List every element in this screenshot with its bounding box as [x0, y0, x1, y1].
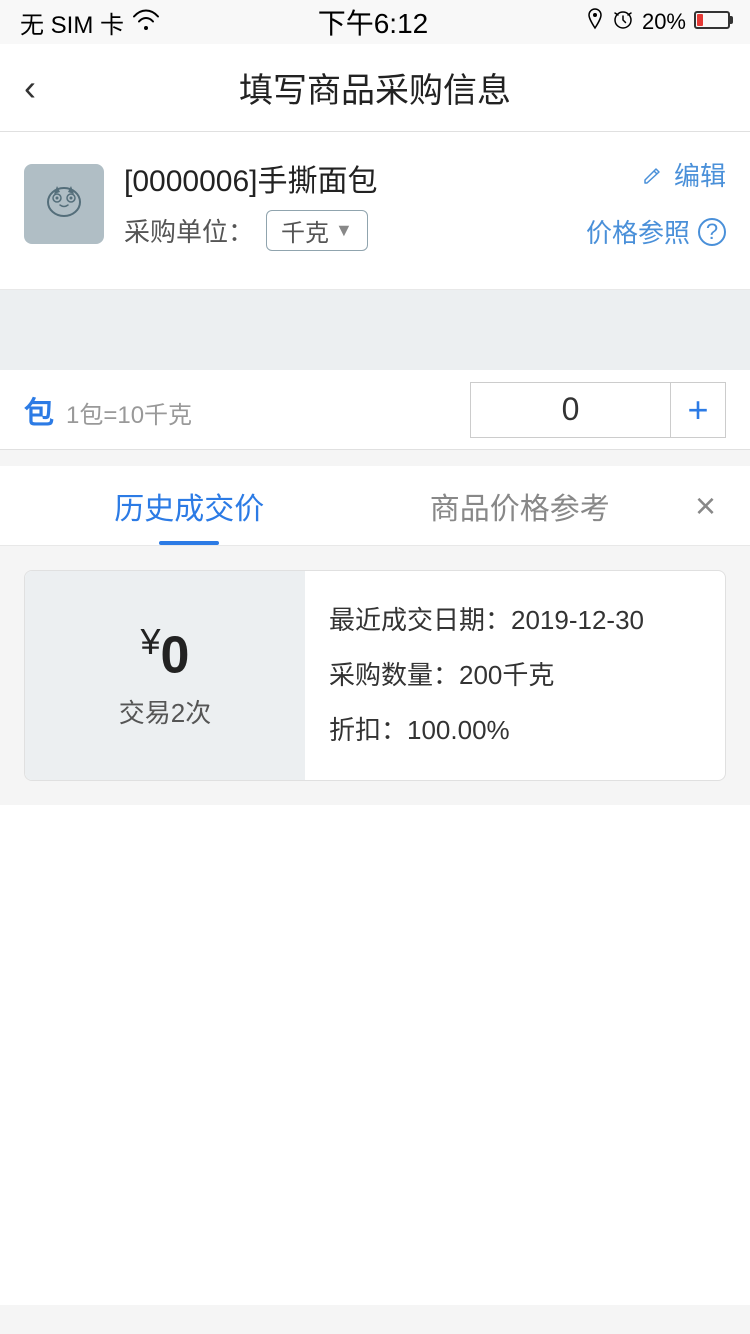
- location-icon: [586, 8, 604, 36]
- product-card: [0000006]手撕面包 采购单位： 千克 ▼ 编辑 价格参照: [0, 132, 750, 290]
- discount-value: 100.00%: [407, 715, 510, 745]
- quantity-label-text: 采购数量：: [329, 660, 459, 690]
- product-thumb-icon: [39, 174, 89, 233]
- product-header: [0000006]手撕面包 采购单位： 千克 ▼ 编辑 价格参照: [24, 156, 726, 251]
- tab-close-button[interactable]: ×: [685, 485, 726, 527]
- product-actions: 编辑 价格参照 ?: [586, 156, 726, 250]
- product-info: [0000006]手撕面包 采购单位： 千克 ▼: [124, 156, 377, 251]
- battery-icon: [694, 9, 730, 35]
- unit-value: 千克: [281, 213, 329, 248]
- unit-badge[interactable]: 千克 ▼: [266, 210, 368, 251]
- quantity-value: 0: [562, 391, 580, 428]
- alarm-icon: [612, 8, 634, 36]
- price-ref-button[interactable]: 价格参照 ?: [586, 213, 726, 250]
- quantity-input[interactable]: 0: [470, 382, 670, 438]
- date-value: 2019-12-30: [511, 605, 644, 635]
- product-unit-row: 采购单位： 千克 ▼: [124, 210, 377, 251]
- tab-history-label: 历史成交价: [114, 484, 264, 528]
- unit-label: 采购单位：: [124, 212, 254, 249]
- history-price-value: ¥0: [141, 621, 190, 685]
- history-discount-row: 折扣：100.00%: [329, 711, 701, 750]
- battery-percent: 20%: [642, 9, 686, 35]
- history-section: ¥0 交易2次 最近成交日期：2019-12-30 采购数量：200千克 折扣：…: [0, 546, 750, 805]
- history-details-panel: 最近成交日期：2019-12-30 采购数量：200千克 折扣：100.00%: [305, 571, 725, 780]
- quantity-controls: 0 +: [470, 382, 726, 438]
- quantity-row: 包 1包=10千克 0 +: [0, 370, 750, 450]
- currency-symbol: ¥: [141, 621, 161, 662]
- quantity-label: 包 1包=10千克: [24, 388, 192, 432]
- tab-product-price-ref[interactable]: 商品价格参考: [354, 466, 684, 545]
- tab-active-indicator: [159, 541, 219, 545]
- tabs-row: 历史成交价 商品价格参考 ×: [0, 466, 750, 546]
- quantity-unit: 包: [24, 388, 54, 432]
- product-name: [0000006]手撕面包: [124, 156, 377, 200]
- date-label: 最近成交日期：: [329, 605, 511, 635]
- quantity-hint: 1包=10千克: [66, 395, 192, 430]
- status-time: 下午6:12: [318, 2, 429, 42]
- wifi-icon: [132, 8, 160, 37]
- status-left: 无 SIM 卡: [20, 5, 160, 40]
- history-price-panel: ¥0 交易2次: [25, 571, 305, 780]
- tab-price-ref-label: 商品价格参考: [430, 484, 610, 528]
- history-card: ¥0 交易2次 最近成交日期：2019-12-30 采购数量：200千克 折扣：…: [24, 570, 726, 781]
- carrier-text: 无 SIM 卡: [20, 5, 124, 40]
- tab-history-price[interactable]: 历史成交价: [24, 466, 354, 545]
- status-bar: 无 SIM 卡 下午6:12 20%: [0, 0, 750, 44]
- section-divider: [0, 290, 750, 370]
- back-button[interactable]: ‹: [24, 67, 36, 109]
- unit-dropdown-arrow: ▼: [335, 220, 353, 241]
- product-left: [0000006]手撕面包 采购单位： 千克 ▼: [24, 156, 377, 251]
- page-title: 填写商品采购信息: [239, 63, 511, 112]
- quantity-plus-button[interactable]: +: [670, 382, 726, 438]
- empty-area: [0, 805, 750, 1305]
- status-right: 20%: [586, 8, 730, 36]
- edit-button[interactable]: 编辑: [642, 156, 726, 193]
- product-thumbnail: [24, 164, 104, 244]
- nav-bar: ‹ 填写商品采购信息: [0, 44, 750, 132]
- trade-count: 交易2次: [119, 693, 211, 730]
- help-icon: ?: [698, 218, 726, 246]
- discount-label: 折扣：: [329, 715, 407, 745]
- history-date-row: 最近成交日期：2019-12-30: [329, 601, 701, 640]
- history-quantity-row: 采购数量：200千克: [329, 656, 701, 695]
- quantity-detail-value: 200千克: [459, 660, 554, 690]
